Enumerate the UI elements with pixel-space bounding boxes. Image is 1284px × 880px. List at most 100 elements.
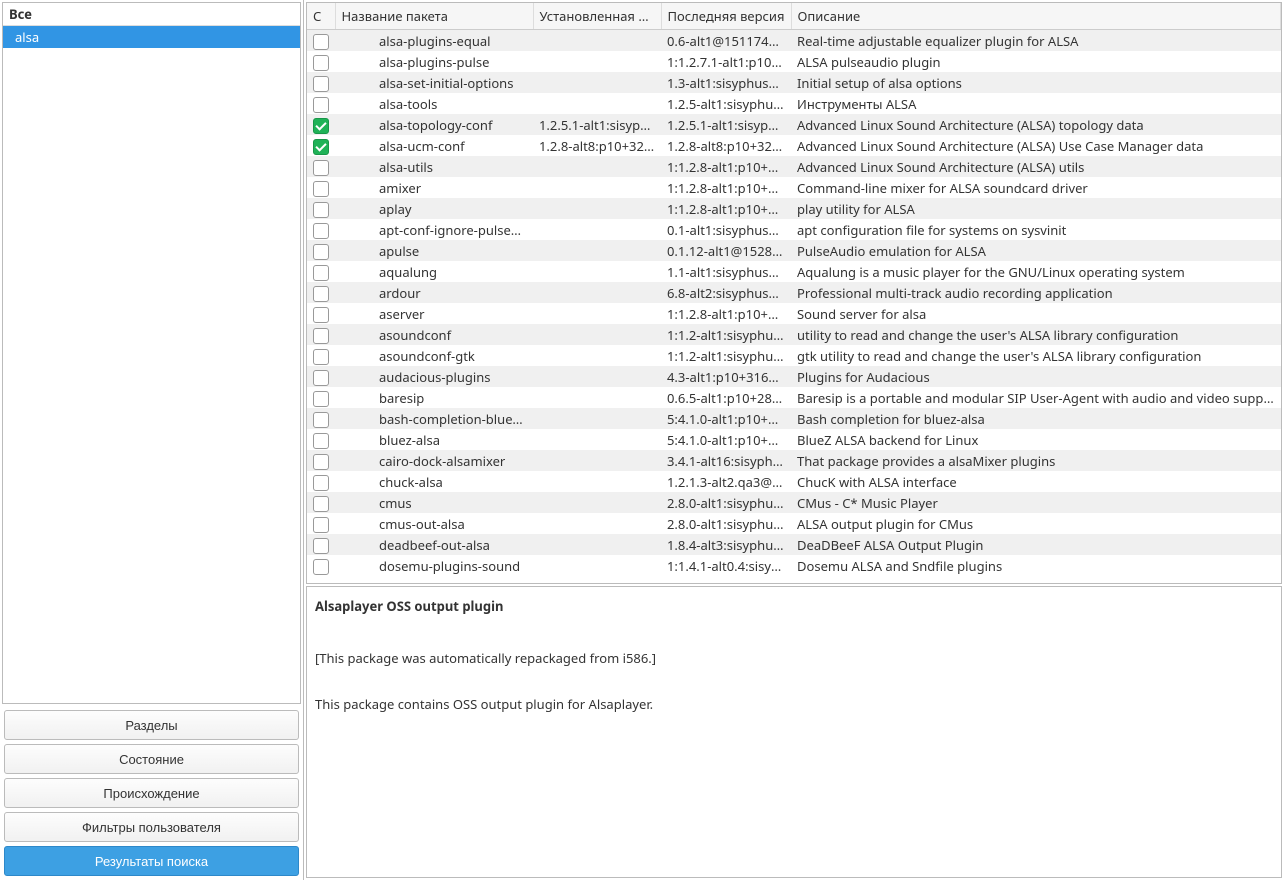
package-name: audacious-plugins [335, 366, 533, 387]
latest-version: 0.6.5-alt1:p10+281644 [661, 387, 791, 408]
filter-button[interactable]: Разделы [4, 710, 299, 740]
package-name: bluez-alsa [335, 429, 533, 450]
table-row[interactable]: dosemu-plugins-sound1:1.4.1-alt0.4:sisyp… [307, 555, 1281, 576]
table-row[interactable]: chuck-alsa1.2.1.3-alt2.qa3@1366ChucK wit… [307, 471, 1281, 492]
installed-version [533, 492, 661, 513]
filter-button[interactable]: Состояние [4, 744, 299, 774]
category-header: Все [3, 3, 300, 26]
col-name-header[interactable]: Название пакета [335, 3, 533, 30]
package-checkbox[interactable] [313, 454, 329, 470]
latest-version: 1.2.1.3-alt2.qa3@1366 [661, 471, 791, 492]
table-row[interactable]: asoundconf-gtk1:1.2-alt1:sisyphus+24gtk … [307, 345, 1281, 366]
package-description: Plugins for Audacious [791, 366, 1281, 387]
installed-version [533, 324, 661, 345]
package-description: Professional multi-track audio recording… [791, 282, 1281, 303]
table-row[interactable]: apulse0.1.12-alt1@15285669PulseAudio emu… [307, 240, 1281, 261]
sidebar: Все alsa Разделы Состояние Происхождение Фи… [0, 0, 304, 880]
table-row[interactable]: alsa-plugins-pulse1:1.2.7.1-alt1:p10+310… [307, 51, 1281, 72]
table-row[interactable]: baresip0.6.5-alt1:p10+281644Baresip is a… [307, 387, 1281, 408]
package-checkbox[interactable] [313, 328, 329, 344]
table-row[interactable]: audacious-plugins4.3-alt1:p10+316400.2Pl… [307, 366, 1281, 387]
table-row[interactable]: cairo-dock-alsamixer3.4.1-alt16:sisyphus… [307, 450, 1281, 471]
package-name: alsa-plugins-pulse [335, 51, 533, 72]
package-checkbox[interactable] [313, 181, 329, 197]
package-name: bash-completion-bluez-alsa [335, 408, 533, 429]
package-checkbox[interactable] [313, 391, 329, 407]
latest-version: 3.4.1-alt16:sisyphus+2 [661, 450, 791, 471]
installed-version [533, 555, 661, 576]
category-list: Все alsa [2, 2, 301, 704]
package-checkbox[interactable] [313, 202, 329, 218]
table-row[interactable]: deadbeef-out-alsa1.8.4-alt3:sisyphus+27D… [307, 534, 1281, 555]
package-checkbox[interactable] [313, 55, 329, 71]
latest-version: 1.3-alt1:sisyphus+2769 [661, 72, 791, 93]
col-latest-header[interactable]: Последняя версия [661, 3, 791, 30]
category-item[interactable]: alsa [3, 26, 300, 48]
package-checkbox[interactable] [313, 307, 329, 323]
package-description: DeaDBeeF ALSA Output Plugin [791, 534, 1281, 555]
installed-version [533, 450, 661, 471]
package-checkbox[interactable] [313, 433, 329, 449]
package-checkbox[interactable] [313, 349, 329, 365]
package-name: aserver [335, 303, 533, 324]
latest-version: 1.8.4-alt3:sisyphus+27 [661, 534, 791, 555]
package-checkbox[interactable] [313, 496, 329, 512]
package-checkbox[interactable] [313, 160, 329, 176]
filter-button[interactable]: Происхождение [4, 778, 299, 808]
table-row[interactable]: ardour6.8-alt2:sisyphus+2773Professional… [307, 282, 1281, 303]
package-description: CMus - C* Music Player [791, 492, 1281, 513]
table-row[interactable]: alsa-utils1:1.2.8-alt1:p10+31079Advanced… [307, 156, 1281, 177]
table-row[interactable]: alsa-tools1.2.5-alt1:sisyphus+27Инструме… [307, 93, 1281, 114]
table-row[interactable]: alsa-topology-conf1.2.5.1-alt1:sisyphus+… [307, 114, 1281, 135]
package-checkbox[interactable] [313, 118, 329, 134]
package-checkbox[interactable] [313, 34, 329, 50]
table-row[interactable]: cmus2.8.0-alt1:sisyphus+24CMus - C* Musi… [307, 492, 1281, 513]
table-row[interactable]: amixer1:1.2.8-alt1:p10+31079Command-line… [307, 177, 1281, 198]
col-checkbox-header[interactable]: С [307, 3, 335, 30]
filter-button[interactable]: Фильтры пользователя [4, 812, 299, 842]
table-row[interactable]: asoundconf1:1.2-alt1:sisyphus+24utility … [307, 324, 1281, 345]
table-row[interactable]: bluez-alsa5:4.1.0-alt1:p10+32259BlueZ AL… [307, 429, 1281, 450]
table-row[interactable]: cmus-out-alsa2.8.0-alt1:sisyphus+24ALSA … [307, 513, 1281, 534]
filter-button[interactable]: Результаты поиска [4, 846, 299, 876]
installed-version [533, 366, 661, 387]
package-name: apulse [335, 240, 533, 261]
table-row[interactable]: bash-completion-bluez-alsa5:4.1.0-alt1:p… [307, 408, 1281, 429]
table-row[interactable]: aplay1:1.2.8-alt1:p10+31079play utility … [307, 198, 1281, 219]
package-description: utility to read and change the user's AL… [791, 324, 1281, 345]
package-checkbox[interactable] [313, 97, 329, 113]
table-row[interactable]: aqualung1.1-alt1:sisyphus+2670Aqualung i… [307, 261, 1281, 282]
col-installed-header[interactable]: Установленная верс [533, 3, 661, 30]
package-checkbox[interactable] [313, 475, 329, 491]
table-row[interactable]: alsa-ucm-conf1.2.8-alt8:p10+3235181.2.8-… [307, 135, 1281, 156]
package-name: alsa-plugins-equal [335, 30, 533, 51]
package-description: ChucK with ALSA interface [791, 471, 1281, 492]
package-name: alsa-tools [335, 93, 533, 114]
latest-version: 1:1.2-alt1:sisyphus+24 [661, 324, 791, 345]
package-checkbox[interactable] [313, 223, 329, 239]
package-checkbox[interactable] [313, 559, 329, 575]
table-row[interactable]: apt-conf-ignore-pulseaudio0.1-alt1:sisyp… [307, 219, 1281, 240]
package-checkbox[interactable] [313, 286, 329, 302]
installed-version [533, 198, 661, 219]
package-checkbox[interactable] [313, 538, 329, 554]
package-name: ardour [335, 282, 533, 303]
package-table-wrap: С Название пакета Установленная верс Пос… [306, 2, 1282, 584]
package-checkbox[interactable] [313, 76, 329, 92]
package-description: gtk utility to read and change the user'… [791, 345, 1281, 366]
package-description: Aqualung is a music player for the GNU/L… [791, 261, 1281, 282]
table-row[interactable]: alsa-set-initial-options1.3-alt1:sisyphu… [307, 72, 1281, 93]
table-row[interactable]: aserver1:1.2.8-alt1:p10+31079Sound serve… [307, 303, 1281, 324]
package-checkbox[interactable] [313, 517, 329, 533]
table-row[interactable]: alsa-plugins-equal0.6-alt1@1511749281Rea… [307, 30, 1281, 51]
package-checkbox[interactable] [313, 370, 329, 386]
package-name: cmus [335, 492, 533, 513]
package-description: Advanced Linux Sound Architecture (ALSA)… [791, 135, 1281, 156]
package-checkbox[interactable] [313, 265, 329, 281]
package-table-scroll[interactable]: alsa-plugins-equal0.6-alt1@1511749281Rea… [307, 30, 1281, 584]
package-checkbox[interactable] [313, 139, 329, 155]
installed-version [533, 303, 661, 324]
col-description-header[interactable]: Описание [791, 3, 1281, 30]
package-checkbox[interactable] [313, 244, 329, 260]
package-checkbox[interactable] [313, 412, 329, 428]
